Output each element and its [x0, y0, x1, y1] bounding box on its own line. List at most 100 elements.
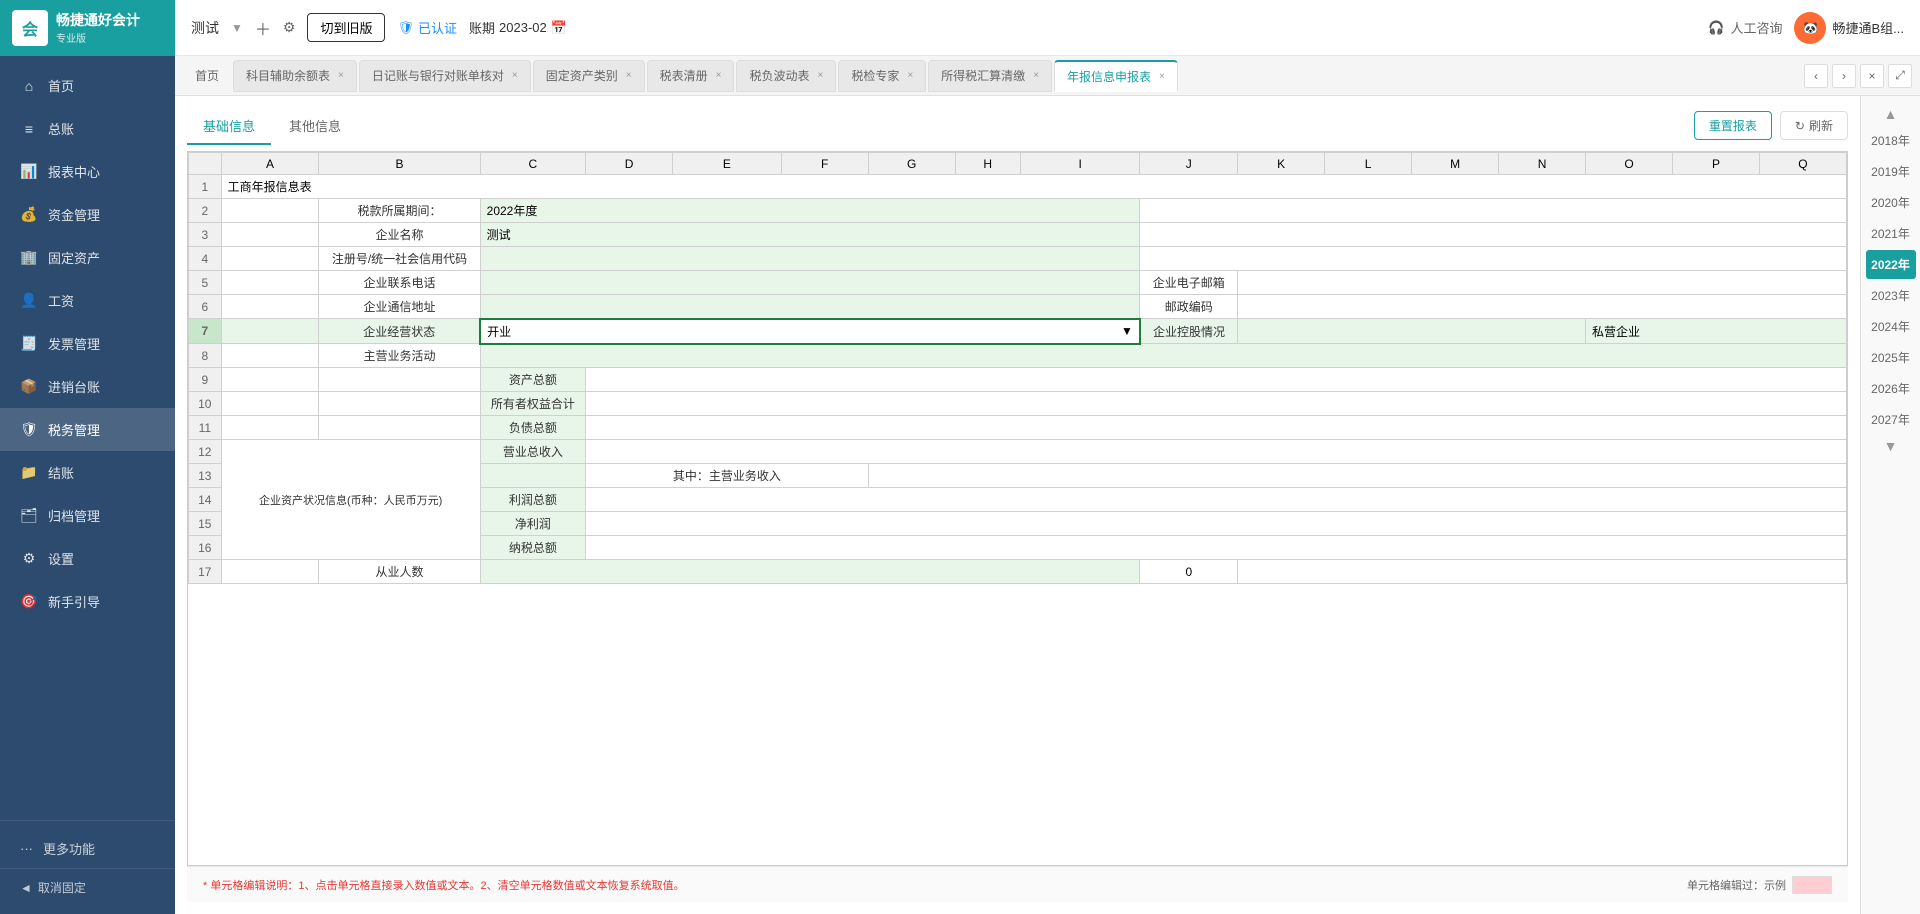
- cell-9-d[interactable]: [586, 368, 1847, 392]
- cell-3-c[interactable]: 测试: [480, 223, 1140, 247]
- cell-5-c[interactable]: [480, 271, 1140, 295]
- cell-2-c[interactable]: 2022年度: [480, 199, 1140, 223]
- tab-tax-fluctuation[interactable]: 税负波动表 ×: [736, 60, 836, 92]
- year-scroll-down-btn[interactable]: ▼: [1876, 436, 1906, 456]
- tab-tax-expert-close[interactable]: ×: [907, 70, 913, 81]
- topbar-service-btn[interactable]: 🎧 人工咨询: [1708, 18, 1782, 37]
- topbar-user[interactable]: 🐼 畅捷通B组...: [1794, 12, 1904, 44]
- col-header-m[interactable]: M: [1412, 153, 1499, 175]
- year-item-2023[interactable]: 2023年: [1866, 281, 1916, 310]
- cell-12-d[interactable]: [586, 440, 1847, 464]
- tabs-prev-btn[interactable]: ‹: [1804, 64, 1828, 88]
- col-header-k[interactable]: K: [1238, 153, 1325, 175]
- cell-17-k[interactable]: [1238, 560, 1847, 584]
- sidebar-collapse-btn[interactable]: ◄ 取消固定: [0, 868, 175, 906]
- year-item-2025[interactable]: 2025年: [1866, 343, 1916, 372]
- cell-1-title[interactable]: 工商年报信息表: [221, 175, 1846, 199]
- tab-income-tax[interactable]: 所得税汇算清缴 ×: [928, 60, 1052, 92]
- spreadsheet[interactable]: A B C D E F G H I J K L: [187, 151, 1848, 866]
- tabs-next-btn[interactable]: ›: [1832, 64, 1856, 88]
- sidebar-item-payroll[interactable]: 👤 工资: [0, 279, 175, 322]
- col-header-o[interactable]: O: [1586, 153, 1673, 175]
- cell-6-c[interactable]: [480, 295, 1140, 319]
- cell-8-c[interactable]: [480, 344, 1846, 368]
- year-item-2018[interactable]: 2018年: [1866, 126, 1916, 155]
- col-header-e[interactable]: E: [673, 153, 782, 175]
- tab-home[interactable]: 首页: [183, 60, 231, 92]
- topbar-gear-btn[interactable]: ⚙: [283, 19, 296, 36]
- reset-btn[interactable]: 重置报表: [1694, 111, 1772, 140]
- year-item-2027[interactable]: 2027年: [1866, 405, 1916, 434]
- tab-annual-report[interactable]: 年报信息申报表 ×: [1054, 60, 1178, 92]
- calendar-icon[interactable]: 📅: [551, 20, 567, 36]
- year-item-2022[interactable]: 2022年: [1866, 250, 1916, 279]
- tab-fixed-assets-close[interactable]: ×: [626, 70, 632, 81]
- sidebar-item-reports[interactable]: 📊 报表中心: [0, 150, 175, 193]
- col-header-g[interactable]: G: [868, 153, 955, 175]
- col-header-c[interactable]: C: [480, 153, 585, 175]
- sidebar-item-tax[interactable]: 🛡 税务管理: [0, 408, 175, 451]
- sub-tab-basic[interactable]: 基础信息: [187, 108, 271, 145]
- topbar-dropdown-arrow[interactable]: ▼: [231, 21, 243, 35]
- tab-fixed-assets[interactable]: 固定资产类别 ×: [533, 60, 645, 92]
- tab-tax-list-close[interactable]: ×: [716, 70, 722, 81]
- tabs-expand-btn[interactable]: ⤢: [1888, 64, 1912, 88]
- year-item-2024[interactable]: 2024年: [1866, 312, 1916, 341]
- cell-14-d[interactable]: [586, 488, 1847, 512]
- col-header-b[interactable]: B: [319, 153, 480, 175]
- col-header-a[interactable]: A: [221, 153, 319, 175]
- col-header-d[interactable]: D: [586, 153, 673, 175]
- cell-15-d[interactable]: [586, 512, 1847, 536]
- tab-journal[interactable]: 日记账与银行对账单核对 ×: [359, 60, 531, 92]
- cell-16-d[interactable]: [586, 536, 1847, 560]
- cell-4-c[interactable]: [480, 247, 1140, 271]
- col-header-p[interactable]: P: [1672, 153, 1759, 175]
- tab-annual-report-close[interactable]: ×: [1159, 71, 1165, 82]
- col-header-n[interactable]: N: [1499, 153, 1586, 175]
- sidebar-item-finance[interactable]: 💰 资金管理: [0, 193, 175, 236]
- cell-5-k[interactable]: [1238, 271, 1847, 295]
- tab-tax-fluctuation-close[interactable]: ×: [817, 70, 823, 81]
- col-header-q[interactable]: Q: [1759, 153, 1846, 175]
- col-header-h[interactable]: H: [955, 153, 1020, 175]
- col-header-i[interactable]: I: [1020, 153, 1140, 175]
- year-item-2019[interactable]: 2019年: [1866, 157, 1916, 186]
- col-header-j[interactable]: J: [1140, 153, 1238, 175]
- sidebar-item-home[interactable]: ⌂ 首页: [0, 64, 175, 107]
- tab-tax-expert[interactable]: 税检专家 ×: [838, 60, 926, 92]
- year-item-2021[interactable]: 2021年: [1866, 219, 1916, 248]
- tab-subject[interactable]: 科目辅助余额表 ×: [233, 60, 357, 92]
- tab-subject-close[interactable]: ×: [338, 70, 344, 81]
- tab-income-tax-close[interactable]: ×: [1033, 70, 1039, 81]
- sidebar-item-closing[interactable]: 📁 结账: [0, 451, 175, 494]
- sidebar-item-more[interactable]: ··· 更多功能: [0, 829, 175, 868]
- sidebar-item-invoice[interactable]: 🧾 发票管理: [0, 322, 175, 365]
- sub-tab-other[interactable]: 其他信息: [273, 108, 357, 145]
- sidebar-item-ledger[interactable]: ≡ 总账: [0, 107, 175, 150]
- cell-13-g[interactable]: [868, 464, 1846, 488]
- col-header-l[interactable]: L: [1325, 153, 1412, 175]
- tabs-close-btn[interactable]: ×: [1860, 64, 1884, 88]
- sidebar-item-guide[interactable]: 🎯 新手引导: [0, 580, 175, 623]
- col-header-f[interactable]: F: [781, 153, 868, 175]
- dropdown-arrow-icon[interactable]: ▼: [1121, 324, 1133, 338]
- cell-7-c[interactable]: 开业 ▼: [480, 319, 1140, 344]
- sidebar-item-assets[interactable]: 🏢 固定资产: [0, 236, 175, 279]
- tab-journal-close[interactable]: ×: [512, 70, 518, 81]
- tab-tax-list[interactable]: 税表清册 ×: [647, 60, 735, 92]
- refresh-btn[interactable]: ↻ 刷新: [1780, 111, 1848, 140]
- cell-7-k[interactable]: [1238, 319, 1586, 344]
- sidebar-item-settings[interactable]: ⚙ 设置: [0, 537, 175, 580]
- year-item-2026[interactable]: 2026年: [1866, 374, 1916, 403]
- cell-11-d[interactable]: [586, 416, 1847, 440]
- cell-6-k[interactable]: [1238, 295, 1847, 319]
- sidebar-item-stock[interactable]: 📦 进销台账: [0, 365, 175, 408]
- cell-10-d[interactable]: [586, 392, 1847, 416]
- topbar-add-btn[interactable]: ＋: [255, 16, 271, 40]
- year-item-2020[interactable]: 2020年: [1866, 188, 1916, 217]
- year-scroll-up-btn[interactable]: ▲: [1876, 104, 1906, 124]
- sidebar-item-assets-label: 固定资产: [48, 248, 100, 267]
- cell-17-c[interactable]: [480, 560, 1140, 584]
- sidebar-item-archive[interactable]: 🗂 归档管理: [0, 494, 175, 537]
- topbar-old-version-btn[interactable]: 切到旧版: [307, 13, 385, 42]
